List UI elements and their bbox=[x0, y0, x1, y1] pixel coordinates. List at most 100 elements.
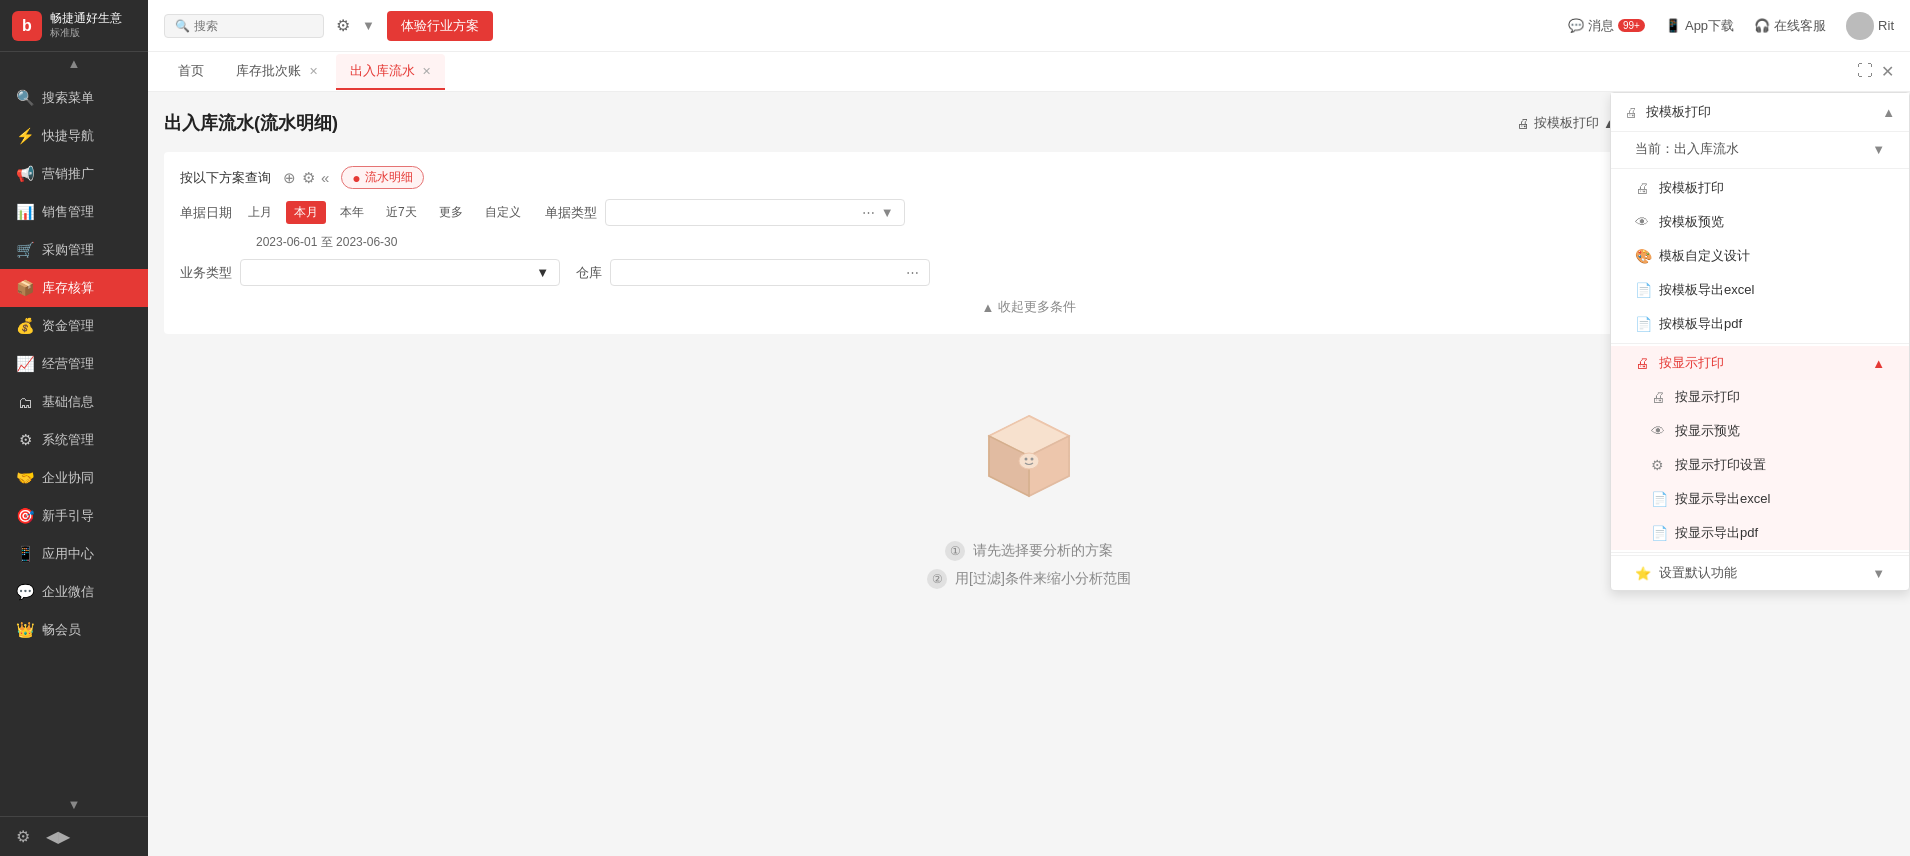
trial-button[interactable]: 体验行业方案 bbox=[387, 11, 493, 41]
warehouse-field: 仓库 ⋯ bbox=[576, 259, 930, 286]
sidebar-item-operation[interactable]: 📈 经营管理 bbox=[0, 345, 148, 383]
last7-btn[interactable]: 近7天 bbox=[378, 201, 425, 224]
tab-home[interactable]: 首页 bbox=[164, 54, 218, 90]
message-item[interactable]: 💬 消息 99+ bbox=[1568, 17, 1645, 35]
tab-inout-close[interactable]: ✕ bbox=[422, 65, 431, 77]
sidebar-item-label: 资金管理 bbox=[42, 317, 94, 335]
topbar-right: 💬 消息 99+ 📱 App下载 🎧 在线客服 Rit bbox=[1568, 12, 1894, 40]
topbar-dropdown-icon[interactable]: ▼ bbox=[362, 18, 375, 33]
display-print-icon: 🖨 bbox=[1651, 389, 1667, 405]
sidebar-item-wechat[interactable]: 💬 企业微信 bbox=[0, 573, 148, 611]
dropdown-current-chevron: ▼ bbox=[1872, 142, 1885, 157]
sidebar-item-label: 新手引导 bbox=[42, 507, 94, 525]
settings-gear-icon[interactable]: ⚙ bbox=[336, 16, 350, 35]
dropdown-display-print[interactable]: 🖨 按显示打印 bbox=[1611, 380, 1909, 414]
tab-inout[interactable]: 出入库流水 ✕ bbox=[336, 54, 446, 90]
dropdown-close-chevron[interactable]: ▲ bbox=[1882, 105, 1895, 120]
sidebar-item-apps[interactable]: 📱 应用中心 bbox=[0, 535, 148, 573]
prev-month-btn[interactable]: 上月 bbox=[240, 201, 280, 224]
dropdown-header: 🖨 按模板打印 ▲ bbox=[1611, 93, 1909, 132]
sidebar-item-marketing[interactable]: 📢 营销推广 bbox=[0, 155, 148, 193]
filter-settings-icon[interactable]: ⚙ bbox=[302, 169, 315, 187]
current-month-btn[interactable]: 本月 bbox=[286, 201, 326, 224]
current-year-btn[interactable]: 本年 bbox=[332, 201, 372, 224]
dropdown-item-template-preview[interactable]: 👁 按模板预览 bbox=[1611, 205, 1909, 239]
divider-display bbox=[1611, 343, 1909, 344]
empty-illustration bbox=[979, 406, 1079, 525]
sidebar-item-search[interactable]: 🔍 搜索菜单 bbox=[0, 79, 148, 117]
template-excel-icon: 📄 bbox=[1635, 282, 1651, 298]
search-input[interactable] bbox=[194, 19, 313, 33]
filter-active-tag[interactable]: ● 流水明细 bbox=[341, 166, 423, 189]
dropdown-display-excel[interactable]: 📄 按显示导出excel bbox=[1611, 482, 1909, 516]
dropdown-item-template-print[interactable]: 🖨 按模板打印 bbox=[1611, 171, 1909, 205]
search-icon: 🔍 bbox=[175, 19, 190, 33]
set-default-label: 设置默认功能 bbox=[1659, 564, 1737, 582]
app-download-item[interactable]: 📱 App下载 bbox=[1665, 17, 1734, 35]
operation-icon: 📈 bbox=[16, 355, 34, 373]
dropdown-display-preview[interactable]: 👁 按显示预览 bbox=[1611, 414, 1909, 448]
marketing-icon: 📢 bbox=[16, 165, 34, 183]
dropdown-item-template-pdf[interactable]: 📄 按模板导出pdf bbox=[1611, 307, 1909, 341]
sidebar-scroll-down[interactable]: ▼ bbox=[0, 793, 148, 816]
settings-icon[interactable]: ⚙ bbox=[16, 827, 30, 846]
divider-default bbox=[1611, 552, 1909, 553]
doc-type-select[interactable]: ⋯ ▼ bbox=[605, 199, 905, 226]
dropdown-display-pdf[interactable]: 📄 按显示导出pdf bbox=[1611, 516, 1909, 550]
dropdown-scroll: 当前：出入库流水 ▼ 🖨 按模板打印 👁 按模板预览 🎨 模板自定义设计 bbox=[1611, 132, 1909, 590]
dropdown-set-default[interactable]: ⭐ 设置默认功能 ▼ bbox=[1611, 555, 1909, 590]
dropdown-item-template-excel[interactable]: 📄 按模板导出excel bbox=[1611, 273, 1909, 307]
filter-collapse-icon[interactable]: « bbox=[321, 169, 329, 186]
collab-icon: 🤝 bbox=[16, 469, 34, 487]
tabs-bar: 首页 库存批次账 ✕ 出入库流水 ✕ ⛶ ✕ bbox=[148, 52, 1910, 92]
topbar: 🔍 ⚙ ▼ 体验行业方案 💬 消息 99+ 📱 App下载 🎧 在线客服 Rit bbox=[148, 0, 1910, 52]
print-dropdown-panel: 🖨 按模板打印 ▲ 当前：出入库流水 ▼ 🖨 按模板打印 👁 bbox=[1610, 92, 1910, 591]
biz-type-select[interactable]: ▼ bbox=[240, 259, 560, 286]
sidebar-logo: b 畅捷通好生意 标准版 bbox=[0, 0, 148, 52]
sidebar-item-system[interactable]: ⚙ 系统管理 bbox=[0, 421, 148, 459]
sidebar-item-member[interactable]: 👑 畅会员 bbox=[0, 611, 148, 649]
add-filter-icon[interactable]: ⊕ bbox=[283, 169, 296, 187]
finance-icon: 💰 bbox=[16, 317, 34, 335]
display-excel-label: 按显示导出excel bbox=[1675, 490, 1770, 508]
tab-maximize-icon[interactable]: ⛶ bbox=[1857, 62, 1873, 81]
display-pdf-label: 按显示导出pdf bbox=[1675, 524, 1758, 542]
more-btn[interactable]: 更多 bbox=[431, 201, 471, 224]
sidebar-item-finance[interactable]: 💰 资金管理 bbox=[0, 307, 148, 345]
display-settings-icon: ⚙ bbox=[1651, 457, 1667, 473]
online-service-item[interactable]: 🎧 在线客服 bbox=[1754, 17, 1826, 35]
basic-icon: 🗂 bbox=[16, 394, 34, 411]
tab-batch-close[interactable]: ✕ bbox=[309, 65, 318, 77]
tab-batch-label: 库存批次账 bbox=[236, 63, 301, 78]
print-template-button[interactable]: 🖨 按模板打印 ▲ bbox=[1517, 114, 1616, 132]
display-settings-label: 按显示打印设置 bbox=[1675, 456, 1766, 474]
template-print-icon: 🖨 bbox=[1635, 180, 1651, 196]
page-title: 出入库流水(流水明细) bbox=[164, 111, 338, 135]
dropdown-display-settings[interactable]: ⚙ 按显示打印设置 bbox=[1611, 448, 1909, 482]
sidebar-item-quicknav[interactable]: ⚡ 快捷导航 bbox=[0, 117, 148, 155]
tab-close-all-icon[interactable]: ✕ bbox=[1881, 62, 1894, 81]
sidebar-item-basic[interactable]: 🗂 基础信息 bbox=[0, 383, 148, 421]
custom-btn[interactable]: 自定义 bbox=[477, 201, 529, 224]
sidebar-scroll-up[interactable]: ▲ bbox=[0, 52, 148, 75]
display-preview-icon: 👁 bbox=[1651, 423, 1667, 439]
sidebar-item-label: 库存核算 bbox=[42, 279, 94, 297]
svg-point-4 bbox=[1019, 453, 1039, 469]
sidebar-item-inventory[interactable]: 📦 库存核算 bbox=[0, 269, 148, 307]
warehouse-select[interactable]: ⋯ bbox=[610, 259, 930, 286]
search-icon: 🔍 bbox=[16, 89, 34, 107]
doc-type-placeholder bbox=[616, 205, 620, 220]
display-preview-label: 按显示预览 bbox=[1675, 422, 1740, 440]
tab-batch[interactable]: 库存批次账 ✕ bbox=[222, 54, 332, 90]
user-item[interactable]: Rit bbox=[1846, 12, 1894, 40]
sidebar-item-sales[interactable]: 📊 销售管理 bbox=[0, 193, 148, 231]
search-box[interactable]: 🔍 bbox=[164, 14, 324, 38]
collapse-icon[interactable]: ◀▶ bbox=[46, 827, 70, 846]
dropdown-item-template-custom[interactable]: 🎨 模板自定义设计 bbox=[1611, 239, 1909, 273]
filter-tag-label: 流水明细 bbox=[365, 169, 413, 186]
sidebar-item-purchase[interactable]: 🛒 采购管理 bbox=[0, 231, 148, 269]
sidebar-item-newbie[interactable]: 🎯 新手引导 bbox=[0, 497, 148, 535]
dropdown-display-print-section[interactable]: 🖨 按显示打印 ▲ bbox=[1611, 346, 1909, 380]
sidebar-item-collab[interactable]: 🤝 企业协同 bbox=[0, 459, 148, 497]
user-avatar bbox=[1846, 12, 1874, 40]
